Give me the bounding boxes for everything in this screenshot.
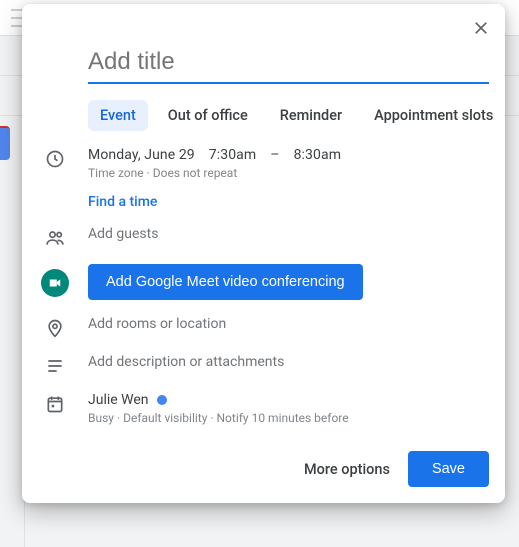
add-guests-field[interactable]: Add guests (88, 226, 158, 242)
time-separator: – (270, 147, 279, 163)
tab-event[interactable]: Event (88, 100, 148, 131)
clock-icon (45, 149, 65, 169)
event-end-time[interactable]: 8:30am (294, 147, 342, 163)
timezone-link[interactable]: Time zone (88, 166, 144, 180)
location-icon (45, 318, 65, 338)
add-description-field[interactable]: Add description or attachments (88, 354, 284, 370)
add-location-field[interactable]: Add rooms or location (88, 316, 226, 332)
event-date[interactable]: Monday, June 29 (88, 147, 195, 163)
tab-appointment-slots[interactable]: Appointment slots (362, 100, 505, 131)
visibility-label[interactable]: Default visibility (123, 411, 207, 425)
more-options-button[interactable]: More options (304, 461, 390, 478)
organizer-name: Julie Wen (88, 392, 149, 408)
recurrence-link[interactable]: Does not repeat (153, 166, 238, 180)
close-icon (472, 19, 490, 37)
event-start-time[interactable]: 7:30am (209, 147, 257, 163)
quick-create-event-dialog: Event Out of office Reminder Appointment… (22, 4, 505, 503)
calendar-icon (45, 394, 65, 414)
people-icon (45, 228, 65, 248)
tab-reminder[interactable]: Reminder (268, 100, 354, 131)
event-type-tabs: Event Out of office Reminder Appointment… (22, 84, 505, 139)
google-meet-icon (41, 269, 69, 297)
add-video-conferencing-button[interactable]: Add Google Meet video conferencing (88, 264, 363, 300)
event-title-input[interactable] (88, 44, 489, 84)
save-button[interactable]: Save (408, 451, 489, 487)
description-icon (45, 356, 65, 376)
close-button[interactable] (465, 12, 497, 44)
calendar-color-dot (157, 395, 167, 405)
find-a-time-link[interactable]: Find a time (88, 194, 157, 210)
notification-label[interactable]: Notify 10 minutes before (217, 411, 349, 425)
tab-out-of-office[interactable]: Out of office (156, 100, 260, 131)
availability-label[interactable]: Busy (88, 411, 114, 425)
